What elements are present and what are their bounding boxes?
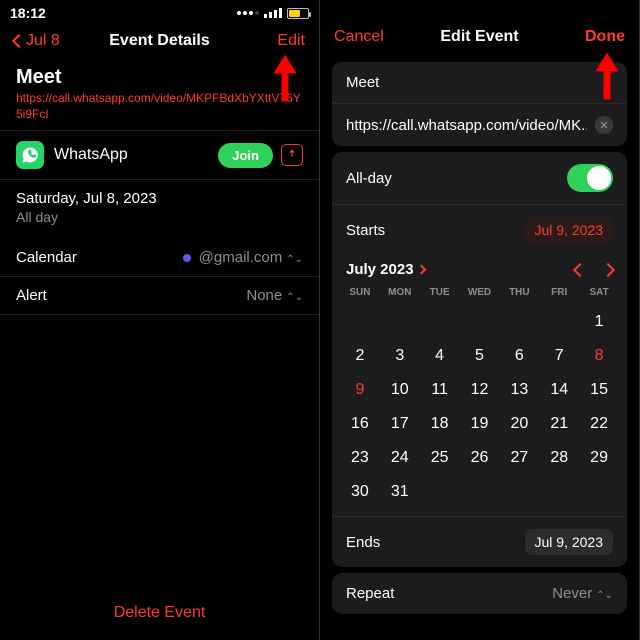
calendar-day[interactable]: 15	[579, 376, 619, 404]
app-name: WhatsApp	[54, 146, 128, 164]
dow-label: MON	[380, 283, 420, 302]
url-input[interactable]: https://call.whatsapp.com/video/MK...	[346, 117, 587, 134]
calendar-day[interactable]: 4	[420, 342, 460, 370]
event-title: Meet	[16, 66, 303, 89]
calendar-day[interactable]: 18	[420, 410, 460, 438]
calendar-day[interactable]: 31	[380, 478, 420, 506]
done-button[interactable]: Done	[585, 28, 625, 46]
calendar-day[interactable]: 12	[460, 376, 500, 404]
allday-toggle[interactable]	[567, 164, 613, 192]
edit-button[interactable]: Edit	[277, 32, 305, 50]
status-indicators	[237, 8, 309, 19]
dow-label: WED	[460, 283, 500, 302]
dow-label: SUN	[340, 283, 380, 302]
alert-row[interactable]: Alert None⌃⌄	[0, 277, 319, 315]
status-bar: 18:12	[0, 0, 319, 22]
calendar-day[interactable]: 7	[539, 342, 579, 370]
calendar-day[interactable]: 6	[499, 342, 539, 370]
event-header: Meet https://call.whatsapp.com/video/MKP…	[0, 60, 319, 130]
alert-label: Alert	[16, 287, 47, 304]
edit-event-screen: Cancel Edit Event Done https://call.what…	[320, 0, 640, 640]
calendar-day[interactable]: 8	[579, 342, 619, 370]
cancel-button[interactable]: Cancel	[334, 28, 384, 46]
calendar-day[interactable]: 29	[579, 444, 619, 472]
calendar-day[interactable]: 28	[539, 444, 579, 472]
dow-label: THU	[499, 283, 539, 302]
dow-label: SAT	[579, 283, 619, 302]
calendar-day[interactable]: 5	[460, 342, 500, 370]
calendar-grid: SUNMONTUEWEDTHUFRISAT1234567891011121314…	[332, 281, 627, 516]
repeat-card: Repeat Never⌃⌄	[332, 573, 627, 614]
dow-label: FRI	[539, 283, 579, 302]
calendar-dot-icon	[183, 254, 191, 262]
nav-bar: Jul 8 Event Details Edit	[0, 22, 319, 60]
back-button[interactable]: Jul 8	[14, 32, 60, 50]
calendar-day[interactable]: 11	[420, 376, 460, 404]
whatsapp-icon	[16, 141, 44, 169]
title-input[interactable]	[346, 74, 613, 91]
share-icon[interactable]	[281, 144, 303, 166]
prev-month-button[interactable]	[573, 263, 587, 277]
calendar-day[interactable]: 26	[460, 444, 500, 472]
calendar-header: July 2023	[332, 255, 627, 281]
calendar-day[interactable]: 19	[460, 410, 500, 438]
allday-label: All-day	[346, 170, 392, 187]
calendar-day[interactable]: 30	[340, 478, 380, 506]
event-allday: All day	[16, 209, 303, 225]
chevron-left-icon	[12, 34, 26, 48]
alert-value: None⌃⌄	[246, 287, 303, 304]
date-block: Saturday, Jul 8, 2023 All day	[0, 180, 319, 239]
event-date: Saturday, Jul 8, 2023	[16, 190, 303, 207]
calendar-day[interactable]: 16	[340, 410, 380, 438]
calendar-day[interactable]: 23	[340, 444, 380, 472]
calendar-day[interactable]: 2	[340, 342, 380, 370]
ends-label: Ends	[346, 534, 380, 551]
calendar-day[interactable]: 17	[380, 410, 420, 438]
starts-label: Starts	[346, 222, 385, 239]
starts-value[interactable]: Jul 9, 2023	[525, 217, 614, 243]
calendar-day[interactable]: 14	[539, 376, 579, 404]
repeat-value: Never⌃⌄	[552, 585, 613, 602]
status-time: 18:12	[10, 5, 46, 21]
calendar-day[interactable]: 22	[579, 410, 619, 438]
calendar-day[interactable]: 25	[420, 444, 460, 472]
calendar-day[interactable]: 9	[340, 376, 380, 404]
month-picker[interactable]: July 2023	[346, 261, 425, 279]
calendar-value: @gmail.com⌃⌄	[199, 249, 303, 266]
calendar-day[interactable]: 10	[380, 376, 420, 404]
repeat-label: Repeat	[346, 585, 394, 602]
dow-label: TUE	[420, 283, 460, 302]
calendar-day[interactable]: 13	[499, 376, 539, 404]
event-details-screen: 18:12 Jul 8 Event Details Edit Meet http…	[0, 0, 320, 640]
app-row: WhatsApp Join	[0, 130, 319, 180]
calendar-day[interactable]: 21	[539, 410, 579, 438]
repeat-row[interactable]: Repeat Never⌃⌄	[332, 573, 627, 614]
next-month-button[interactable]	[601, 263, 615, 277]
time-card: All-day Starts Jul 9, 2023 July 2023 SUN…	[332, 152, 627, 567]
nav-bar: Cancel Edit Event Done	[320, 18, 639, 56]
clear-icon[interactable]: ✕	[595, 116, 613, 134]
delete-event-button[interactable]: Delete Event	[0, 604, 319, 622]
title-card: https://call.whatsapp.com/video/MK... ✕	[332, 62, 627, 146]
calendar-label: Calendar	[16, 249, 77, 266]
event-url[interactable]: https://call.whatsapp.com/video/MKPFBdXb…	[16, 91, 303, 122]
calendar-row[interactable]: Calendar @gmail.com⌃⌄	[0, 239, 319, 277]
join-button[interactable]: Join	[218, 143, 273, 168]
calendar-day[interactable]: 20	[499, 410, 539, 438]
calendar-day[interactable]: 27	[499, 444, 539, 472]
chevron-right-icon	[416, 265, 426, 275]
calendar-day[interactable]: 24	[380, 444, 420, 472]
calendar-day[interactable]: 3	[380, 342, 420, 370]
calendar-day[interactable]: 1	[579, 308, 619, 336]
ends-value[interactable]: Jul 9, 2023	[525, 529, 614, 555]
